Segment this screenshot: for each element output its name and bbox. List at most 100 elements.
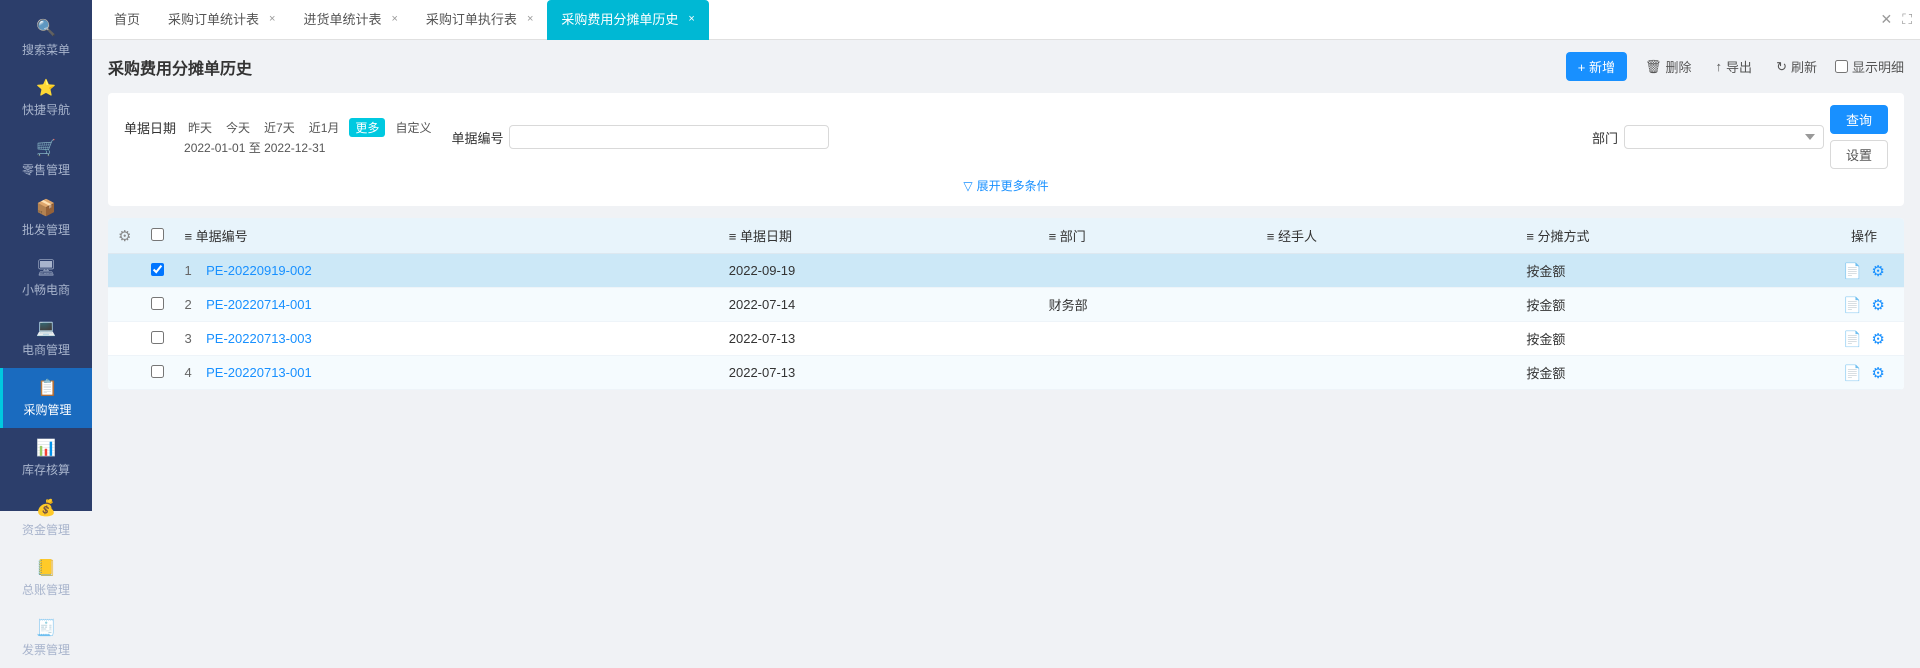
sidebar-item-invoice[interactable]: 🧾 发票管理 [0,608,92,668]
tab-goods-receipt-stats[interactable]: 进货单统计表 × [289,0,411,40]
date-yesterday[interactable]: 昨天 [184,118,216,137]
sidebar-item-shortcut[interactable]: ⭐ 快捷导航 [0,68,92,128]
column-settings-icon[interactable]: ⚙ [118,228,131,245]
tab-home[interactable]: 首页 [100,0,154,40]
tab-purchase-order-stats[interactable]: 采购订单统计表 × [154,0,289,40]
laptop-icon: 💻 [36,318,56,338]
sidebar-item-ecommerce-small[interactable]: 🖥 小畅电商 [0,248,92,308]
row-checkbox-0[interactable] [151,263,164,276]
date-more[interactable]: 更多 [349,118,385,137]
tab-purchase-cost-history[interactable]: 采购费用分摊单历史 × [547,0,708,40]
sidebar-item-search[interactable]: 🔍 搜索菜单 [0,8,92,68]
delete-button[interactable]: 🗑 删除 [1639,53,1698,80]
tab-purchase-order-exec[interactable]: 采购订单执行表 × [412,0,547,40]
row-edit-icon-0[interactable]: 📄 [1843,263,1862,280]
table-row: 4 PE-20220713-001 2022-07-13 按金额 📄 ⚙ [108,356,1904,390]
close-window-icon[interactable]: ✕ [1880,11,1892,28]
row-edit-icon-2[interactable]: 📄 [1843,331,1862,348]
row-settings-cell [108,288,141,322]
sidebar-item-ecommerce[interactable]: 💻 电商管理 [0,308,92,368]
receipt-icon: 🧾 [36,618,56,638]
show-cols-checkbox-label[interactable]: 显示明细 [1835,57,1904,76]
date-today[interactable]: 今天 [222,118,254,137]
row-more-icon-3[interactable]: ⚙ [1871,365,1884,382]
data-table-container: ⚙ ≡ 单据编号 ≡ 单据日期 ≡ 部门 [108,218,1904,390]
row-settings-cell [108,322,141,356]
money-icon: 💰 [36,498,56,518]
row-method-cell-3: 按金额 [1516,356,1824,390]
sidebar-item-ledger[interactable]: 📒 总账管理 [0,548,92,608]
date-filter-group: 单据日期 昨天 今天 近7天 近1月 更多 自定义 2022-01-01 至 2… [124,118,435,156]
expand-conditions-row[interactable]: ▽ 展开更多条件 [124,177,1888,194]
doc-no-link-3[interactable]: PE-20220713-001 [206,365,312,380]
tab-close-purchase-order-stats[interactable]: × [269,13,275,25]
table-row: 1 PE-20220919-002 2022-09-19 按金额 📄 ⚙ [108,254,1904,288]
add-button[interactable]: + 新增 [1566,52,1627,81]
doc-no-link-0[interactable]: PE-20220919-002 [206,263,312,278]
date-7days[interactable]: 近7天 [260,118,299,137]
col-handler-header: ≡ 经手人 [1257,218,1517,254]
query-button[interactable]: 查询 [1830,105,1888,134]
row-checkbox-2[interactable] [151,331,164,344]
row-edit-icon-3[interactable]: 📄 [1843,365,1862,382]
sidebar-item-purchase[interactable]: 📋 采购管理 [0,368,92,428]
show-cols-checkbox[interactable] [1835,60,1848,73]
monitor-icon: 🖥 [36,258,56,278]
tab-close-purchase-order-exec[interactable]: × [527,13,533,25]
page-title: 采购费用分摊单历史 [108,55,252,79]
col-dept-label: ≡ 部门 [1049,229,1086,244]
row-edit-icon-1[interactable]: 📄 [1843,297,1862,314]
row-more-icon-1[interactable]: ⚙ [1871,297,1884,314]
dept-filter-group: 部门 查询 设置 [1592,105,1888,169]
row-checkbox-cell [141,356,174,390]
export-button[interactable]: ↑ 导出 [1710,53,1759,80]
doc-no-link-2[interactable]: PE-20220713-003 [206,331,312,346]
col-date-label: ≡ 单据日期 [729,229,792,244]
row-ops-cell-1: 📄 ⚙ [1824,288,1904,322]
date-1month[interactable]: 近1月 [305,118,344,137]
sidebar-item-finance[interactable]: 💰 资金管理 [0,488,92,548]
tab-close-goods-receipt-stats[interactable]: × [391,13,397,25]
settings-button[interactable]: 设置 [1830,140,1888,169]
row-date-cell-0: 2022-09-19 [719,254,1039,288]
date-options: 昨天 今天 近7天 近1月 更多 自定义 [184,118,435,137]
col-ops-header: 操作 [1824,218,1904,254]
maximize-icon[interactable]: ⛶ [1902,11,1912,28]
table-body: 1 PE-20220919-002 2022-09-19 按金额 📄 ⚙ 2 P… [108,254,1904,390]
row-more-icon-0[interactable]: ⚙ [1871,263,1884,280]
content-area: 采购费用分摊单历史 + 新增 🗑 删除 ↑ 导出 ↻ 刷新 显示明细 [92,40,1920,511]
row-date-cell-2: 2022-07-13 [719,322,1039,356]
refresh-button[interactable]: ↻ 刷新 [1770,53,1823,80]
col-method-header: ≡ 分摊方式 [1516,218,1824,254]
row-dept-cell-3 [1039,356,1257,390]
filter-area: 单据日期 昨天 今天 近7天 近1月 更多 自定义 2022-01-01 至 2… [108,93,1904,206]
tab-actions: ✕ ⛶ [1880,11,1912,28]
search-icon: 🔍 [36,18,56,38]
row-method-cell-0: 按金额 [1516,254,1824,288]
row-doc-no-cell-1: 2 PE-20220714-001 [174,288,718,322]
doc-no-link-1[interactable]: PE-20220714-001 [206,297,312,312]
row-doc-no-cell-3: 4 PE-20220713-001 [174,356,718,390]
col-doc-no-header: ≡ 单据编号 [174,218,718,254]
doc-no-input[interactable] [509,125,829,149]
row-checkbox-1[interactable] [151,297,164,310]
sidebar-item-inventory[interactable]: 📊 库存核算 [0,428,92,488]
select-all-checkbox[interactable] [151,228,164,241]
sidebar-item-wholesale[interactable]: 📦 批发管理 [0,188,92,248]
tab-close-purchase-cost-history[interactable]: × [688,13,694,25]
date-custom[interactable]: 自定义 [391,118,435,137]
date-options-group: 昨天 今天 近7天 近1月 更多 自定义 2022-01-01 至 2022-1… [184,118,435,156]
dept-select[interactable] [1624,125,1824,149]
col-doc-no-label: ≡ 单据编号 [184,229,247,244]
row-dept-cell-0 [1039,254,1257,288]
row-checkbox-cell [141,254,174,288]
row-dept-cell-2 [1039,322,1257,356]
row-more-icon-2[interactable]: ⚙ [1871,331,1884,348]
sidebar-item-retail[interactable]: 🛒 零售管理 [0,128,92,188]
cart-icon: 🛒 [36,138,56,158]
row-dept-cell-1: 财务部 [1039,288,1257,322]
row-checkbox-3[interactable] [151,365,164,378]
col-checkbox-header [141,218,174,254]
star-icon: ⭐ [36,78,56,98]
row-ops-cell-3: 📄 ⚙ [1824,356,1904,390]
